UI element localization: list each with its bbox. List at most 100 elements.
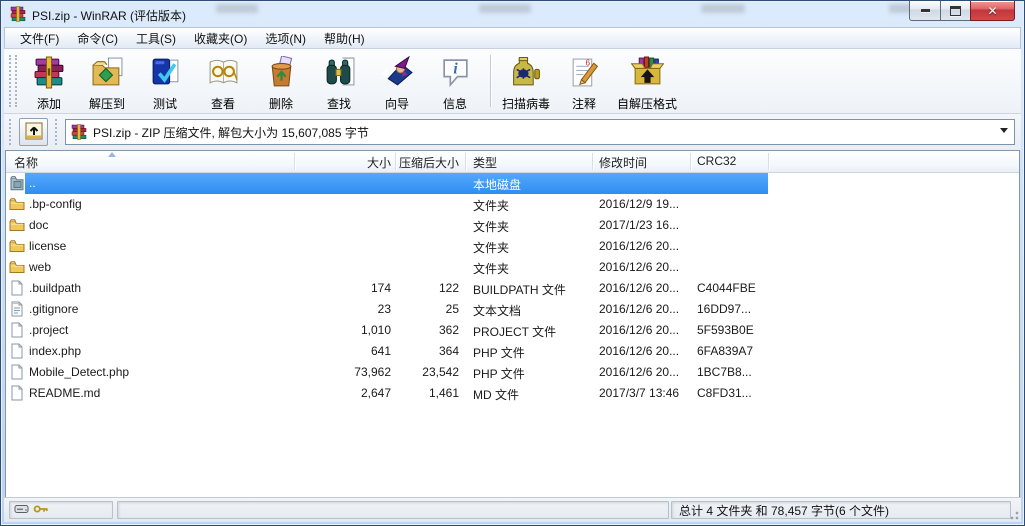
cell-type: MD 文件: [473, 388, 519, 402]
addressbar-grip[interactable]: [9, 119, 15, 145]
menu-favorites[interactable]: 收藏夹(O): [185, 28, 256, 49]
cell-modified: 2017/1/23 16...: [599, 218, 680, 232]
toolbar-label: 查找: [326, 97, 351, 111]
column-separator[interactable]: [690, 153, 691, 170]
up-one-level-button[interactable]: [19, 118, 48, 146]
cell-name: ..: [29, 176, 36, 190]
comment-icon: 6: [568, 56, 601, 92]
cell-packed: 364: [438, 344, 459, 358]
key-icon[interactable]: [33, 501, 52, 520]
cell-crc: C8FD31...: [697, 386, 752, 400]
delete-icon: [265, 55, 298, 92]
cell-type: PROJECT 文件: [473, 325, 557, 339]
column-header-name[interactable]: 名称: [14, 154, 38, 171]
glass-artifact: [479, 4, 531, 13]
toolbar-label: 注释: [571, 97, 596, 111]
find-icon: [323, 56, 356, 92]
table-row[interactable]: license 文件夹 2016/12/6 20...: [6, 236, 1019, 257]
wizard-button[interactable]: 向导: [369, 50, 425, 116]
table-row[interactable]: .gitignore 23 25 文本文档 2016/12/6 20... 16DD97.…: [6, 299, 1019, 320]
svg-text:6: 6: [585, 58, 590, 67]
winrar-window: PSI.zip - WinRAR (评估版本) ✕ 文件(F) 命令(C) 工具…: [0, 0, 1025, 526]
table-row[interactable]: index.php 641 364 PHP 文件 2016/12/6 20... 6FA8…: [6, 341, 1019, 362]
cell-name: .gitignore: [29, 302, 79, 316]
cell-type: PHP 文件: [473, 346, 525, 360]
info-icon: i: [439, 56, 472, 92]
svg-text:i: i: [453, 61, 458, 78]
cell-type: 本地磁盘: [473, 178, 522, 192]
column-separator[interactable]: [294, 153, 295, 170]
table-row[interactable]: README.md 2,647 1,461 MD 文件 2017/3/7 13:46 C8…: [6, 383, 1019, 404]
cell-type: 文件夹: [473, 241, 510, 255]
delete-button[interactable]: 删除: [253, 50, 309, 116]
column-separator[interactable]: [592, 153, 593, 170]
view-button[interactable]: 查看: [195, 50, 251, 116]
column-separator[interactable]: [768, 153, 769, 170]
file-icon: [9, 280, 26, 296]
cell-size: 23: [377, 302, 391, 316]
titlebar[interactable]: PSI.zip - WinRAR (评估版本) ✕: [1, 1, 1024, 27]
extract-to-icon: [91, 56, 124, 92]
table-row[interactable]: .. 本地磁盘: [6, 173, 1019, 194]
file-icon: [9, 385, 26, 401]
menu-commands[interactable]: 命令(C): [68, 28, 127, 49]
table-row[interactable]: .bp-config 文件夹 2016/12/9 19...: [6, 194, 1019, 215]
menu-file[interactable]: 文件(F): [11, 28, 68, 49]
column-header-modified[interactable]: 修改时间: [599, 154, 647, 171]
file-list-panel: 名称 大小 压缩后大小 类型 修改时间 CRC32 .. 本地磁盘 .bp-conf…: [5, 150, 1020, 498]
drive-icon[interactable]: [14, 501, 33, 520]
scan-virus-icon: [510, 56, 543, 92]
toolbar-label: 扫描病毒: [501, 97, 550, 111]
combobox-dropdown-icon[interactable]: [1000, 128, 1008, 133]
table-row[interactable]: Mobile_Detect.php 73,962 23,542 PHP 文件 2016/…: [6, 362, 1019, 383]
table-row[interactable]: .project 1,010 362 PROJECT 文件 2016/12/6 20..…: [6, 320, 1019, 341]
archive-info-text: PSI.zip - ZIP 压缩文件, 解包大小为 15,607,085 字节: [93, 125, 369, 140]
cell-name: doc: [29, 218, 49, 232]
sfx-button[interactable]: 自解压格式: [614, 50, 680, 116]
table-row[interactable]: .buildpath 174 122 BUILDPATH 文件 2016/12/6 20…: [6, 278, 1019, 299]
add-button[interactable]: 添加: [21, 50, 77, 116]
test-button[interactable]: 测试: [137, 50, 193, 116]
cell-packed: 25: [445, 302, 459, 316]
find-button[interactable]: 查找: [311, 50, 367, 116]
cell-type: 文件夹: [473, 262, 510, 276]
minimize-button[interactable]: [909, 1, 941, 21]
table-row[interactable]: web 文件夹 2016/12/6 20...: [6, 257, 1019, 278]
cell-crc: 6FA839A7: [697, 344, 754, 358]
toolbar-label: 信息: [442, 97, 467, 111]
folder-up-icon: [9, 175, 26, 191]
close-button[interactable]: ✕: [970, 1, 1015, 21]
cell-modified: 2016/12/6 20...: [599, 239, 680, 253]
column-separator[interactable]: [395, 153, 396, 170]
cell-name: index.php: [29, 344, 82, 358]
menu-tools[interactable]: 工具(S): [127, 28, 185, 49]
column-header-type[interactable]: 类型: [473, 154, 497, 171]
table-row[interactable]: doc 文件夹 2017/1/23 16...: [6, 215, 1019, 236]
toolbar-label: 自解压格式: [617, 97, 678, 111]
file-list: .. 本地磁盘 .bp-config 文件夹 2016/12/9 19... doc 文件夹…: [6, 173, 1019, 497]
archive-path-combobox[interactable]: PSI.zip - ZIP 压缩文件, 解包大小为 15,607,085 字节: [65, 119, 1015, 145]
column-header-packed[interactable]: 压缩后大小: [389, 154, 459, 171]
column-separator[interactable]: [465, 153, 466, 170]
extract-to-button[interactable]: 解压到: [79, 50, 135, 116]
column-header-crc32[interactable]: CRC32: [697, 154, 736, 168]
cell-modified: 2016/12/6 20...: [599, 281, 680, 295]
menu-help[interactable]: 帮助(H): [315, 28, 374, 49]
info-button[interactable]: i 信息: [427, 50, 483, 116]
wizard-icon: [379, 55, 414, 92]
cell-packed: 122: [438, 281, 459, 295]
list-header: 名称 大小 压缩后大小 类型 修改时间 CRC32: [6, 151, 1019, 173]
combo-grip[interactable]: [55, 119, 61, 145]
toolbar-grip[interactable]: [9, 55, 17, 107]
scan-virus-button[interactable]: 扫描病毒: [498, 50, 554, 116]
cell-type: 文件夹: [473, 199, 510, 213]
totals-text: 总计 4 文件夹 和 78,457 字节(6 个文件): [679, 503, 890, 518]
cell-crc: 16DD97...: [697, 302, 752, 316]
menu-options[interactable]: 选项(N): [256, 28, 315, 49]
resize-grip[interactable]: [1007, 508, 1019, 520]
window-title: PSI.zip - WinRAR (评估版本): [32, 9, 187, 23]
maximize-button[interactable]: [941, 1, 970, 21]
column-header-size[interactable]: 大小: [301, 154, 391, 171]
comment-button[interactable]: 6 注释: [556, 50, 612, 116]
cell-name: .buildpath: [29, 281, 82, 295]
